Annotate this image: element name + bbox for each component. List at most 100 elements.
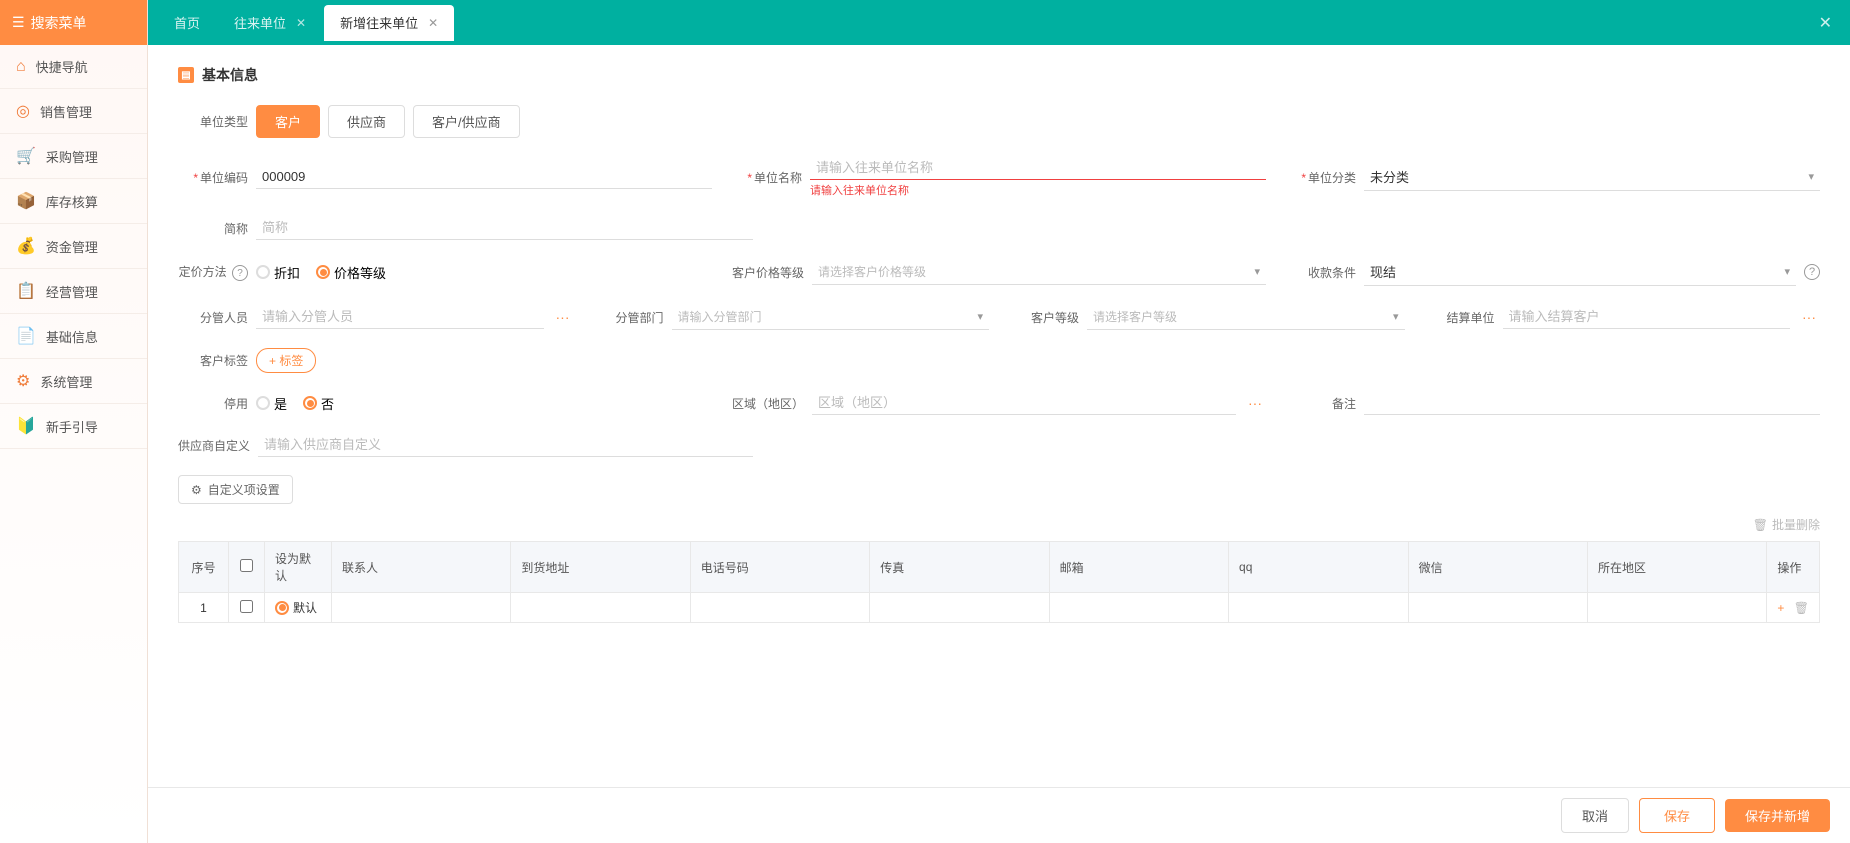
settlement-unit-group: 结算单位 ··· [1425, 305, 1821, 329]
close-new-contact-tab[interactable]: ✕ [428, 16, 438, 30]
sidebar-item-finance[interactable]: 💰 资金管理 [0, 224, 147, 269]
main-area: 首页 往来单位 ✕ 新增往来单位 ✕ ✕ ▤ 基本信息 单位类型 客户 供应商 … [148, 0, 1850, 843]
region-more-btn[interactable]: ··· [1244, 395, 1266, 411]
pricing-radio-price-level[interactable]: 价格等级 [316, 263, 386, 282]
region-input[interactable] [812, 391, 1236, 415]
customer-price-level-group: 客户价格等级 请选择客户价格等级 ▾ [732, 259, 1266, 285]
abbreviation-group: 简称 [178, 216, 753, 240]
unit-name-input[interactable] [810, 156, 1266, 180]
row-contact[interactable] [331, 593, 510, 623]
sidebar-item-quick-nav[interactable]: ⌂ 快捷导航 [0, 45, 147, 89]
col-wechat: 微信 [1408, 542, 1587, 593]
tab-home[interactable]: 首页 [158, 5, 216, 41]
sidebar-item-guide[interactable]: 🔰 新手引导 [0, 404, 147, 449]
disabled-radio-no[interactable]: 否 [303, 394, 334, 413]
batch-delete-label[interactable]: 批量删除 [1772, 516, 1820, 533]
unit-code-input[interactable] [256, 165, 712, 189]
row-checkbox[interactable] [240, 600, 253, 613]
sidebar-item-system[interactable]: ⚙ 系统管理 [0, 359, 147, 404]
row-address-input[interactable] [521, 600, 679, 615]
col-region: 所在地区 [1587, 542, 1766, 593]
save-button[interactable]: 保存 [1639, 798, 1715, 833]
row-email[interactable] [1049, 593, 1228, 623]
unit-btn-customer[interactable]: 客户 [256, 105, 320, 138]
customer-level-select[interactable]: 请选择客户等级 ▾ [1087, 304, 1405, 330]
row-address[interactable] [511, 593, 690, 623]
row-default-circle [275, 601, 289, 615]
contacts-table: 序号 设为默认 联系人 到货地址 电话号码 传真 邮箱 qq 微信 所在地区 操… [178, 541, 1820, 623]
payment-terms-label: 收款条件 [1286, 264, 1356, 281]
unit-btn-both[interactable]: 客户/供应商 [413, 105, 520, 138]
batch-delete-area: 🗑 批量删除 [178, 516, 1820, 533]
settlement-more-btn[interactable]: ··· [1798, 309, 1820, 325]
payment-terms-help-icon[interactable]: ? [1804, 264, 1820, 280]
abbreviation-input[interactable] [256, 216, 753, 240]
sidebar-item-operations[interactable]: 📋 经营管理 [0, 269, 147, 314]
row-wechat-input[interactable] [1419, 600, 1577, 615]
supplier-custom-label: 供应商自定义 [178, 437, 250, 454]
col-actions: 操作 [1767, 542, 1820, 593]
delete-row-btn[interactable]: 🗑 [1794, 601, 1809, 615]
pricing-radio-group: 折扣 价格等级 [256, 263, 386, 282]
remarks-input[interactable] [1364, 391, 1820, 415]
bottom-bar: 取消 保存 保存并新增 [148, 787, 1850, 843]
supplier-custom-row: 供应商自定义 [178, 433, 1820, 457]
row-region[interactable] [1587, 593, 1766, 623]
customer-tags-label: 客户标签 [178, 352, 248, 369]
manager-row: 分管人员 ··· 分管部门 请输入分管部门 ▾ 客户等级 请选择客户等级 ▾ 结… [178, 304, 1820, 330]
table-header-row: 序号 设为默认 联系人 到货地址 电话号码 传真 邮箱 qq 微信 所在地区 操… [179, 542, 1820, 593]
table-row: 1 默认 [179, 593, 1820, 623]
add-tag-button[interactable]: + 标签 [256, 348, 316, 373]
unit-btn-supplier[interactable]: 供应商 [328, 105, 405, 138]
unit-category-select[interactable]: 未分类 ▾ [1364, 163, 1820, 191]
col-email: 邮箱 [1049, 542, 1228, 593]
row-phone-input[interactable] [701, 600, 859, 615]
row-fax-input[interactable] [880, 600, 1038, 615]
row-checkbox-cell [229, 593, 265, 623]
close-all-tabs[interactable]: ✕ [1811, 13, 1840, 33]
add-row-btn[interactable]: + [1777, 601, 1784, 615]
close-contacts-tab[interactable]: ✕ [296, 16, 306, 30]
sidebar-search[interactable]: ☰ 搜索菜单 [0, 0, 147, 45]
payment-terms-select[interactable]: 现结 ▾ [1364, 258, 1796, 286]
department-select[interactable]: 请输入分管部门 ▾ [672, 304, 990, 330]
save-new-button[interactable]: 保存并新增 [1725, 799, 1830, 832]
manager-input[interactable] [256, 305, 544, 329]
manager-more-btn[interactable]: ··· [552, 309, 574, 325]
select-all-checkbox[interactable] [240, 559, 253, 572]
customer-level-label: 客户等级 [1009, 309, 1079, 326]
disabled-radio-yes[interactable]: 是 [256, 394, 287, 413]
custom-settings-button[interactable]: ⚙ 自定义项设置 [178, 475, 293, 504]
sidebar-item-sales[interactable]: ◎ 销售管理 [0, 89, 147, 134]
row-wechat[interactable] [1408, 593, 1587, 623]
department-arrow: ▾ [977, 310, 983, 323]
settlement-unit-input[interactable] [1503, 305, 1791, 329]
sidebar-item-inventory[interactable]: 📦 库存核算 [0, 179, 147, 224]
tab-new-contact[interactable]: 新增往来单位 ✕ [324, 5, 454, 41]
col-fax: 传真 [870, 542, 1049, 593]
customer-level-group: 客户等级 请选择客户等级 ▾ [1009, 304, 1405, 330]
system-icon: ⚙ [16, 371, 30, 391]
pricing-help-icon[interactable]: ? [232, 265, 248, 281]
pricing-radio-discount[interactable]: 折扣 [256, 263, 300, 282]
customer-price-level-select[interactable]: 请选择客户价格等级 ▾ [812, 259, 1266, 285]
sidebar-item-basic-info[interactable]: 📄 基础信息 [0, 314, 147, 359]
row-qq[interactable] [1229, 593, 1409, 623]
col-address: 到货地址 [511, 542, 690, 593]
row-default-radio[interactable]: 默认 [275, 599, 321, 616]
col-qq: qq [1229, 542, 1409, 593]
row-region-input[interactable] [1598, 600, 1756, 615]
row-qq-input[interactable] [1239, 600, 1398, 615]
row-contact-input[interactable] [342, 600, 500, 615]
sidebar-item-purchase[interactable]: 🛒 采购管理 [0, 134, 147, 179]
row-index: 1 [179, 593, 229, 623]
row-fax[interactable] [870, 593, 1049, 623]
supplier-custom-input[interactable] [258, 433, 753, 457]
abbreviation-label: 简称 [178, 220, 248, 237]
settlement-unit-label: 结算单位 [1425, 309, 1495, 326]
remarks-label: 备注 [1286, 395, 1356, 412]
row-phone[interactable] [690, 593, 869, 623]
tab-contacts[interactable]: 往来单位 ✕ [218, 5, 322, 41]
row-email-input[interactable] [1060, 600, 1218, 615]
cancel-button[interactable]: 取消 [1561, 798, 1629, 833]
